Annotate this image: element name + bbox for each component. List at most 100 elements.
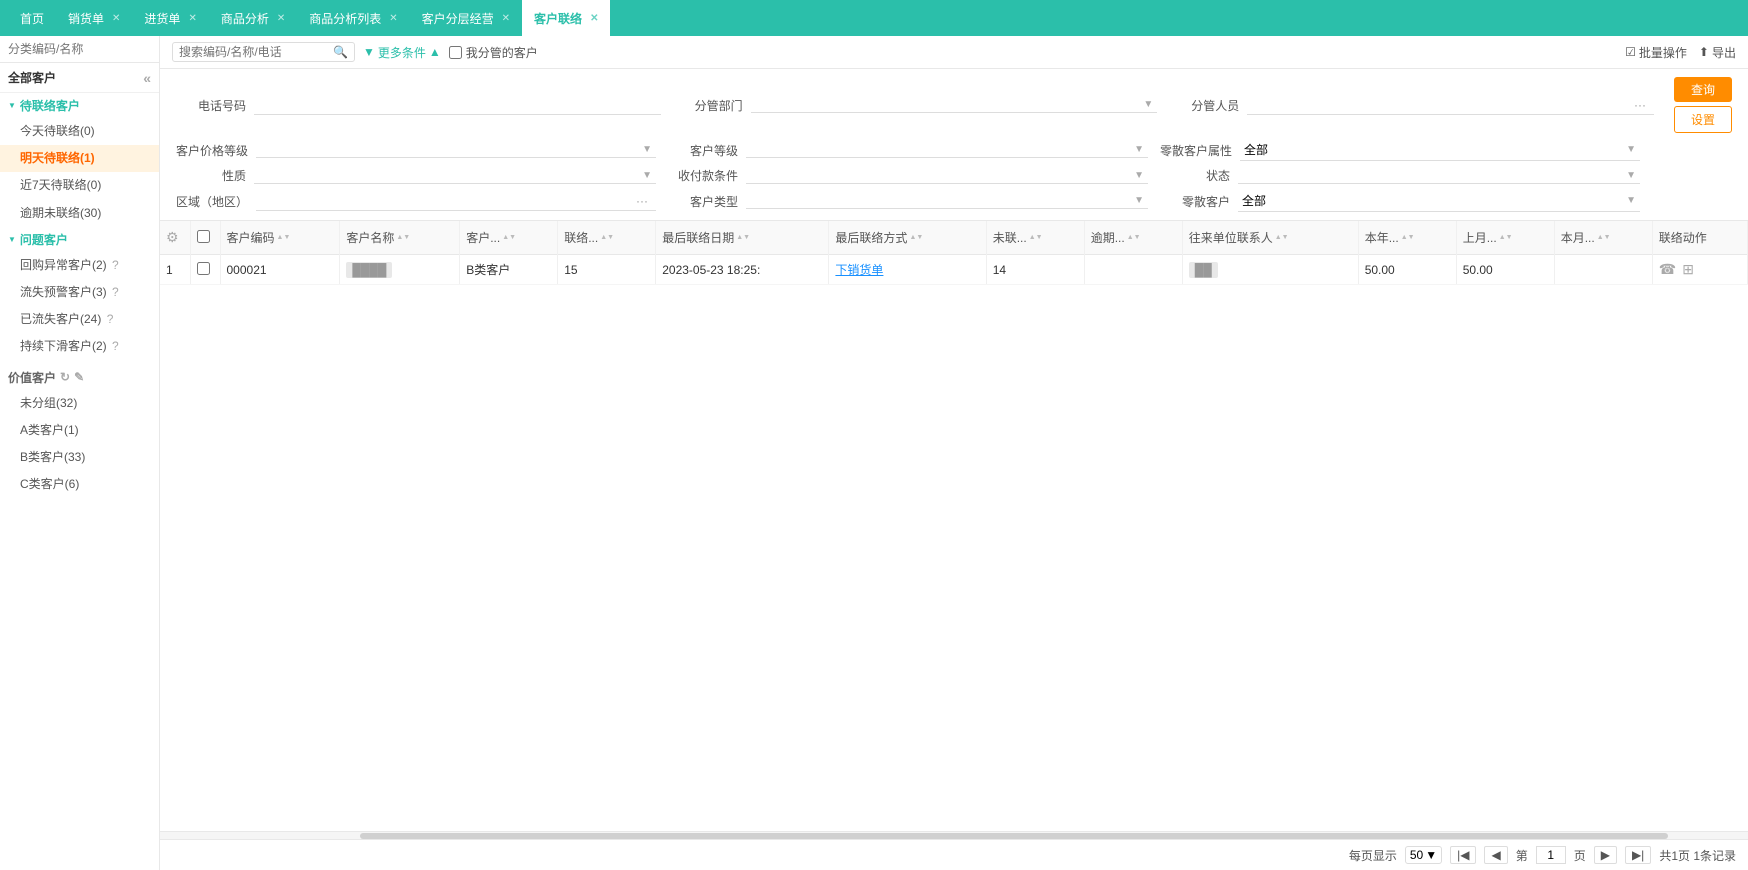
retail-attr-select[interactable]: 全部 ▼ xyxy=(1240,139,1640,161)
top-navigation: 首页 销货单 ✕ 进货单 ✕ 商品分析 ✕ 商品分析列表 ✕ 客户分层经营 ✕ … xyxy=(0,0,1748,36)
close-icon[interactable]: ✕ xyxy=(502,13,510,24)
help-icon: ? xyxy=(112,258,119,272)
gender-select[interactable]: ▼ xyxy=(254,168,656,184)
sidebar-item-tomorrow-contact[interactable]: 明天待联络(1) xyxy=(0,145,159,172)
customer-level-select[interactable]: ▼ xyxy=(746,142,1148,158)
sidebar-item-class-a[interactable]: A类客户(1) xyxy=(0,417,159,444)
setting-button[interactable]: 设置 xyxy=(1674,106,1732,133)
select-all-checkbox[interactable] xyxy=(197,230,210,243)
close-icon[interactable]: ✕ xyxy=(590,13,598,24)
col-customer-code: 客户编码 ▲▼ xyxy=(220,221,340,255)
sidebar-item-7days-contact[interactable]: 近7天待联络(0) xyxy=(0,172,159,199)
last-icon: ▶| xyxy=(1632,848,1644,862)
my-customer-checkbox[interactable]: 我分管的客户 xyxy=(449,44,538,61)
my-customer-check[interactable] xyxy=(449,46,462,59)
scrollbar-thumb[interactable] xyxy=(360,833,1668,839)
customer-table: ⚙ 客户编码 ▲▼ 客户名称 xyxy=(160,221,1748,285)
sidebar-item-today-contact[interactable]: 今天待联络(0) xyxy=(0,118,159,145)
row-this-month xyxy=(1554,255,1652,285)
chevron-down-icon: ▼ xyxy=(1425,848,1437,862)
search-icon[interactable]: 🔍 xyxy=(333,45,348,59)
col-contact-person: 往来单位联系人 ▲▼ xyxy=(1182,221,1358,255)
checkbox-icon: ☑ xyxy=(1625,45,1636,59)
row-checkbox-cell xyxy=(190,255,220,285)
waiting-section-title[interactable]: 待联络客户 xyxy=(0,93,159,118)
total-info: 共1页 1条记录 xyxy=(1659,847,1736,864)
row-name: ████ xyxy=(340,255,460,285)
problem-section-title[interactable]: 问题客户 xyxy=(0,227,159,252)
more-action-icon[interactable]: ⊞ xyxy=(1682,261,1694,278)
more-icon[interactable]: ··· xyxy=(632,194,652,208)
row-checkbox[interactable] xyxy=(197,262,210,275)
status-select[interactable]: ▼ xyxy=(1238,168,1640,184)
collapse-icon[interactable]: « xyxy=(143,70,151,86)
contact-person-blur: ██ xyxy=(1189,262,1218,278)
page-size-select[interactable]: 50 ▼ xyxy=(1405,846,1442,864)
sidebar-search-bar: 🔍 xyxy=(0,36,159,63)
dept-select[interactable]: ▼ xyxy=(751,97,1158,113)
sidebar-search-input[interactable] xyxy=(8,42,160,56)
nav-product-analysis[interactable]: 商品分析 ✕ xyxy=(209,0,297,36)
chevron-up-icon: ▲ xyxy=(429,45,441,59)
close-icon[interactable]: ✕ xyxy=(188,13,196,24)
nav-product-analysis-list[interactable]: 商品分析列表 ✕ xyxy=(297,0,409,36)
col-last-contact-method: 最后联络方式 ▲▼ xyxy=(829,221,986,255)
nav-purchase-order[interactable]: 进货单 ✕ xyxy=(132,0,208,36)
filter-icon: ▼ xyxy=(363,45,375,59)
search-field: 🔍 xyxy=(172,42,355,62)
sidebar-item-churned[interactable]: 已流失客户(24) ? xyxy=(0,306,159,333)
value-section-title[interactable]: 价值客户 ↻ ✎ xyxy=(0,365,159,390)
sidebar-item-class-c[interactable]: C类客户(6) xyxy=(0,471,159,498)
sidebar-item-churn-warning[interactable]: 流失预警客户(3) ? xyxy=(0,279,159,306)
col-this-month: 本月... ▲▼ xyxy=(1554,221,1652,255)
nav-customer-segment[interactable]: 客户分层经营 ✕ xyxy=(410,0,522,36)
col-this-year: 本年... ▲▼ xyxy=(1358,221,1456,255)
row-contact-count: 15 xyxy=(558,255,656,285)
edit-icon[interactable]: ✎ xyxy=(74,370,84,384)
prev-page-btn[interactable]: ◀ xyxy=(1484,846,1507,864)
sidebar-item-class-b[interactable]: B类客户(33) xyxy=(0,444,159,471)
person-select[interactable]: ··· xyxy=(1247,96,1654,115)
status-field: 状态 ▼ xyxy=(1160,167,1640,184)
batch-ops-btn[interactable]: ☑ 批量操作 xyxy=(1625,44,1687,61)
retail-customer-select[interactable]: 全部 ▼ xyxy=(1238,190,1640,212)
last-page-btn[interactable]: ▶| xyxy=(1625,846,1651,864)
search-input[interactable] xyxy=(179,45,329,59)
row-contact-person: ██ xyxy=(1182,255,1358,285)
settings-icon[interactable]: ⚙ xyxy=(166,229,179,245)
refresh-icon[interactable]: ↻ xyxy=(60,370,70,384)
next-page-btn[interactable]: ▶ xyxy=(1594,846,1617,864)
close-icon[interactable]: ✕ xyxy=(112,13,120,24)
contact-method-link[interactable]: 下销货单 xyxy=(835,263,883,277)
row-index: 1 xyxy=(160,255,190,285)
payment-select[interactable]: ▼ xyxy=(746,168,1148,184)
sidebar-item-overdue-contact[interactable]: 逾期未联络(30) xyxy=(0,200,159,227)
customer-type-select[interactable]: ▼ xyxy=(746,193,1148,209)
more-filter-btn[interactable]: ▼ 更多条件 ▲ xyxy=(363,44,441,61)
sidebar-item-declining[interactable]: 持续下滑客户(2) ? xyxy=(0,333,159,360)
page-number-input[interactable] xyxy=(1536,846,1566,864)
first-page-btn[interactable]: |◀ xyxy=(1450,846,1476,864)
col-customer-type: 客户... ▲▼ xyxy=(460,221,558,255)
customer-value-select[interactable]: ▼ xyxy=(256,142,656,158)
close-icon[interactable]: ✕ xyxy=(277,13,285,24)
retail-attr-field: 零散客户属性 全部 ▼ xyxy=(1160,139,1640,161)
region-select[interactable]: ··· xyxy=(256,192,656,211)
col-customer-name: 客户名称 ▲▼ xyxy=(340,221,460,255)
nav-sales-order[interactable]: 销货单 ✕ xyxy=(56,0,132,36)
horizontal-scrollbar[interactable] xyxy=(160,831,1748,839)
customer-level-field: 客户等级 ▼ xyxy=(668,142,1148,159)
sidebar-item-repurchase-abnormal[interactable]: 回购异常客户(2) ? xyxy=(0,252,159,279)
query-button[interactable]: 查询 xyxy=(1674,77,1732,102)
sidebar-item-ungrouped[interactable]: 未分组(32) xyxy=(0,390,159,417)
gender-field: 性质 ▼ xyxy=(176,167,656,184)
nav-home[interactable]: 首页 xyxy=(8,0,56,36)
contact-action-icon[interactable]: ☎ xyxy=(1659,261,1676,278)
phone-input[interactable] xyxy=(254,96,661,115)
more-icon[interactable]: ··· xyxy=(1630,98,1650,112)
export-btn[interactable]: ⬆ 导出 xyxy=(1699,44,1736,61)
next-icon: ▶ xyxy=(1601,848,1610,862)
close-icon[interactable]: ✕ xyxy=(389,13,397,24)
nav-customer-contact[interactable]: 客户联络 ✕ xyxy=(522,0,610,36)
col-action: 联络动作 xyxy=(1652,221,1747,255)
